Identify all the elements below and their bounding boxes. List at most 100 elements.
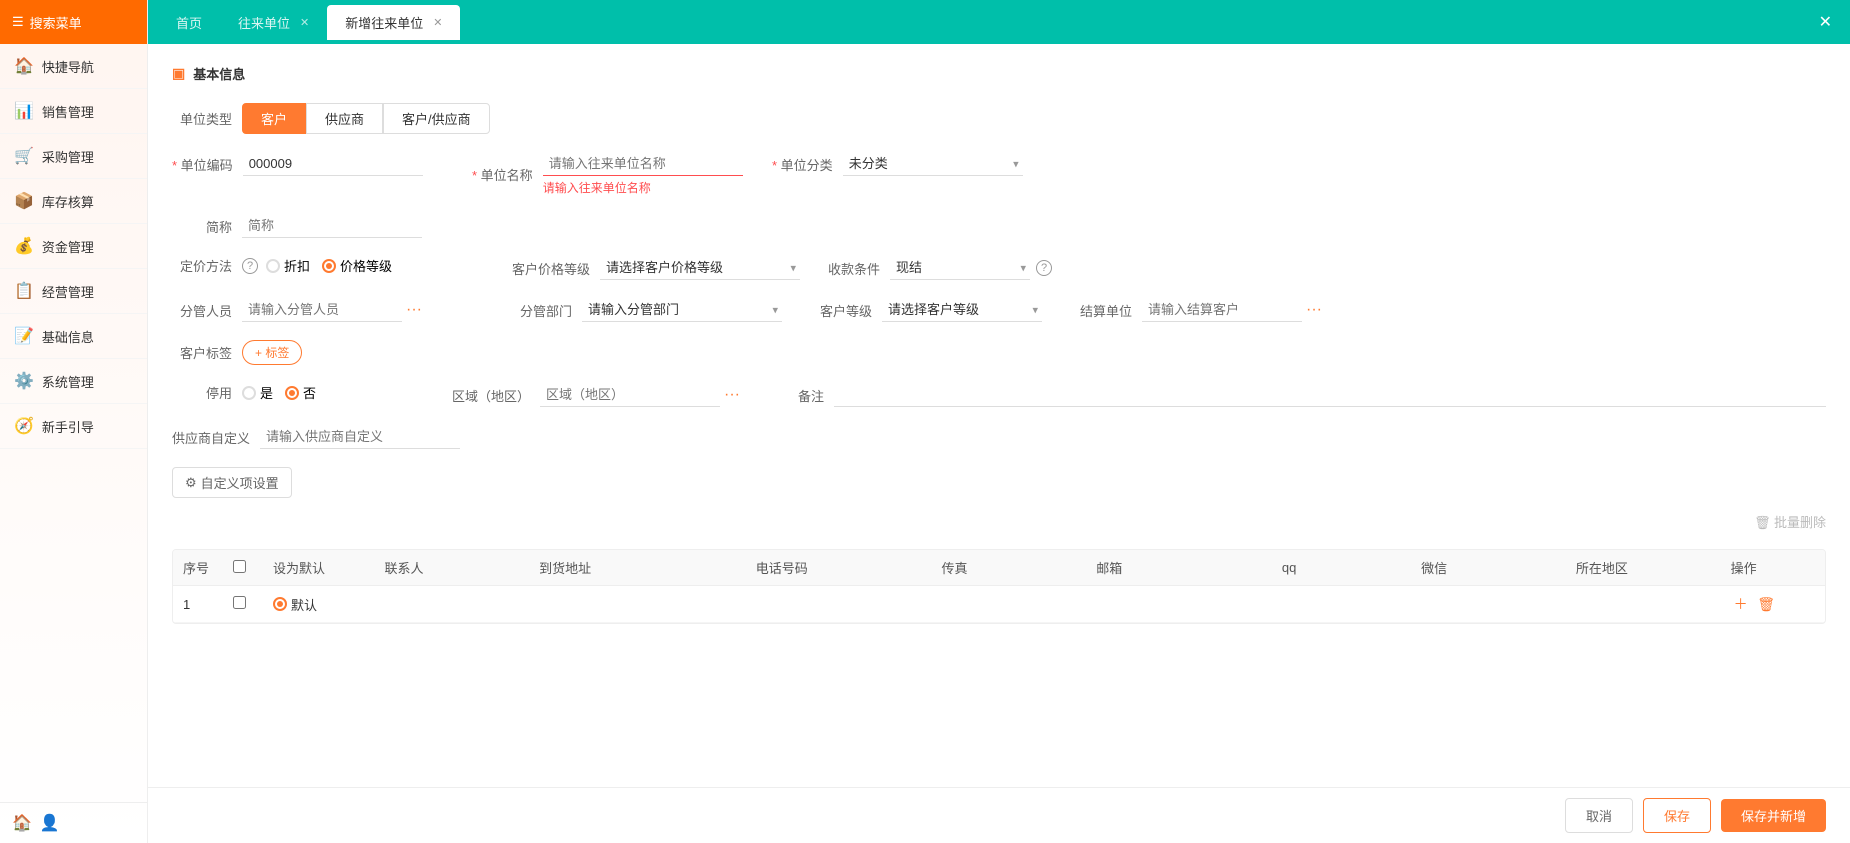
disabled-yes[interactable]: 是: [242, 383, 273, 402]
contacts-table: 序号 设为默认 联系人 到货地址 电话号码 传真 邮箱 qq 微信 所在地区 操…: [173, 550, 1825, 623]
sidebar-item-finance[interactable]: 💰资金管理: [0, 224, 147, 269]
row-qq-input[interactable]: [1282, 597, 1352, 612]
unit-type-buttons: 客户 供应商 客户/供应商: [242, 103, 490, 134]
tab-trading-units-close[interactable]: ✕: [300, 16, 309, 29]
sidebar-item-quick-nav[interactable]: 🏠快捷导航: [0, 44, 147, 89]
region-input[interactable]: [540, 383, 720, 407]
region-dots-btn[interactable]: ···: [720, 386, 744, 404]
customer-price-level-select[interactable]: 请选择客户价格等级: [600, 256, 800, 280]
unit-name-label: 单位名称: [472, 165, 543, 184]
unit-name-wrapper: 请输入往来单位名称: [543, 152, 743, 196]
purchase-icon: 🛒: [14, 146, 34, 166]
customer-level-select[interactable]: 请选择客户等级: [882, 298, 1042, 322]
col-email: 邮箱: [1086, 550, 1272, 586]
unit-category-select[interactable]: 未分类: [843, 152, 1023, 176]
search-menu[interactable]: ☰ 搜索菜单: [0, 0, 147, 44]
settlement-dots-btn[interactable]: ···: [1302, 301, 1326, 319]
short-name-group: 简称: [172, 214, 452, 238]
row-phone: [746, 586, 932, 623]
sidebar-item-guide[interactable]: 🧭新手引导: [0, 404, 147, 449]
customer-tag-label: 客户标签: [172, 343, 242, 362]
tab-trading-units[interactable]: 往来单位 ✕: [220, 5, 327, 40]
sidebar-label-finance: 资金管理: [42, 237, 94, 256]
short-name-input[interactable]: [242, 214, 422, 238]
row-delete-btn[interactable]: 🗑: [1757, 596, 1775, 612]
select-all-checkbox[interactable]: [233, 560, 246, 573]
department-wrapper: 请输入分管部门: [582, 298, 782, 322]
row-email-input[interactable]: [1096, 597, 1196, 612]
payment-terms-select[interactable]: 现结: [890, 256, 1030, 280]
sidebar-item-basics[interactable]: 📝基础信息: [0, 314, 147, 359]
row-add-btn[interactable]: ＋: [1734, 596, 1748, 612]
department-label: 分管部门: [512, 301, 582, 320]
save-new-button[interactable]: 保存并新增: [1721, 799, 1826, 832]
custom-settings-label: 自定义项设置: [201, 473, 279, 492]
unit-type-label: 单位类型: [172, 109, 242, 128]
col-action: 操作: [1721, 550, 1825, 586]
settlement-unit-input[interactable]: [1142, 298, 1302, 322]
disabled-label: 停用: [172, 383, 242, 402]
section-title: 基本信息: [193, 64, 245, 83]
row-default-radio-item[interactable]: 默认: [273, 595, 364, 614]
unit-btn-both[interactable]: 客户/供应商: [383, 103, 490, 134]
col-wechat: 微信: [1411, 550, 1566, 586]
row-wechat-input[interactable]: [1421, 597, 1501, 612]
unit-info-row: 单位编码 单位名称 请输入往来单位名称 单位分类 未分类: [172, 152, 1826, 196]
search-icon: ☰: [12, 14, 24, 30]
pricing-method-label: 定价方法: [172, 256, 242, 275]
row-fax-input[interactable]: [941, 597, 1021, 612]
bulk-delete-label: 批量删除: [1774, 515, 1826, 530]
pricing-radio-group: 折扣 价格等级: [266, 256, 392, 275]
department-group: 分管部门 请输入分管部门: [512, 298, 792, 322]
pricing-help-icon[interactable]: ?: [242, 258, 258, 274]
unit-btn-customer[interactable]: 客户: [242, 103, 306, 134]
sidebar-label-system: 系统管理: [42, 372, 94, 391]
col-default: 设为默认: [263, 550, 374, 586]
tab-new-trading-unit-close[interactable]: ✕: [433, 16, 442, 29]
unit-name-input[interactable]: [543, 152, 743, 176]
manager-label: 分管人员: [172, 301, 242, 320]
tab-new-trading-unit[interactable]: 新增往来单位 ✕: [327, 5, 460, 40]
pricing-discount-radio: [266, 259, 280, 273]
unit-code-input[interactable]: [243, 152, 423, 176]
sidebar-label-quick-nav: 快捷导航: [42, 57, 94, 76]
sidebar-label-operations: 经营管理: [42, 282, 94, 301]
main-close-icon[interactable]: ✕: [1811, 12, 1840, 32]
disabled-no-label: 否: [303, 383, 316, 402]
bulk-delete-area[interactable]: 🗑 批量删除: [172, 506, 1826, 537]
unit-category-label: 单位分类: [772, 155, 843, 174]
row-region-input[interactable]: [1576, 597, 1656, 612]
row-contact-input[interactable]: [384, 597, 464, 612]
sidebar-item-inventory[interactable]: 📦库存核算: [0, 179, 147, 224]
save-button[interactable]: 保存: [1643, 798, 1711, 833]
payment-help-icon[interactable]: ?: [1036, 260, 1052, 276]
pricing-discount[interactable]: 折扣: [266, 256, 310, 275]
row-default-radio: [273, 597, 287, 611]
row-check[interactable]: [223, 586, 263, 623]
department-select[interactable]: 请输入分管部门: [582, 298, 782, 322]
sidebar-item-purchase[interactable]: 🛒采购管理: [0, 134, 147, 179]
supplier-custom-input[interactable]: [260, 425, 460, 449]
row-checkbox[interactable]: [233, 596, 246, 609]
tab-home[interactable]: 首页: [158, 5, 220, 40]
manager-dots-btn[interactable]: ···: [402, 301, 426, 319]
unit-name-error: 请输入往来单位名称: [543, 179, 743, 196]
sidebar-item-operations[interactable]: 📋经营管理: [0, 269, 147, 314]
sidebar-item-system[interactable]: ⚙️系统管理: [0, 359, 147, 404]
customer-level-wrapper: 请选择客户等级: [882, 298, 1042, 322]
add-tag-button[interactable]: + 标签: [242, 340, 302, 365]
customer-level-group: 客户等级 请选择客户等级: [812, 298, 1052, 322]
remark-input[interactable]: [834, 383, 1826, 407]
row-phone-input[interactable]: [756, 597, 856, 612]
pricing-price-level[interactable]: 价格等级: [322, 256, 392, 275]
disabled-no[interactable]: 否: [285, 383, 316, 402]
row-address-input[interactable]: [539, 597, 659, 612]
sales-icon: 📊: [14, 101, 34, 121]
custom-settings-button[interactable]: ⚙ 自定义项设置: [172, 467, 292, 498]
unit-btn-supplier[interactable]: 供应商: [306, 103, 383, 134]
cancel-button[interactable]: 取消: [1565, 798, 1633, 833]
settlement-unit-label: 结算单位: [1072, 301, 1142, 320]
col-fax: 传真: [931, 550, 1086, 586]
sidebar-item-sales[interactable]: 📊销售管理: [0, 89, 147, 134]
manager-input[interactable]: [242, 298, 402, 322]
